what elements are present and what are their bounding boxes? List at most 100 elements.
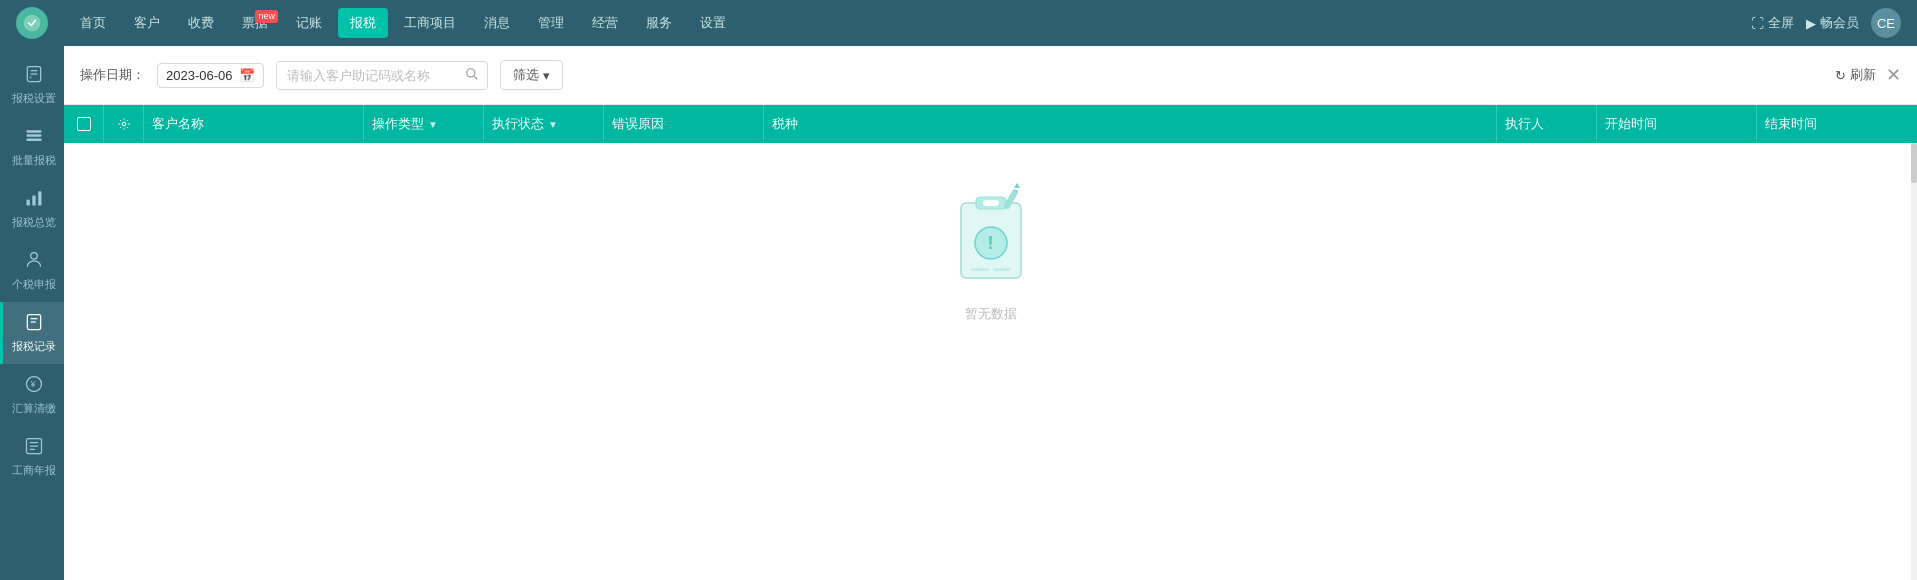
svg-rect-4 bbox=[26, 130, 41, 133]
sidebar-item-tax-records-label: 报税记录 bbox=[12, 339, 56, 354]
sort-icon-exec-status: ▼ bbox=[548, 119, 558, 130]
svg-point-17 bbox=[466, 68, 474, 76]
member-button[interactable]: ▶ 畅会员 bbox=[1806, 14, 1859, 32]
svg-rect-25 bbox=[971, 268, 989, 271]
fullscreen-icon: ⛶ bbox=[1751, 16, 1764, 31]
search-input[interactable] bbox=[277, 63, 457, 88]
nav-home[interactable]: 首页 bbox=[68, 8, 118, 38]
date-picker[interactable]: 2023-06-06 📅 bbox=[157, 63, 264, 88]
th-start-time: 开始时间 bbox=[1597, 105, 1757, 143]
svg-rect-22 bbox=[983, 200, 999, 206]
table-header: 客户名称 操作类型 ▼ 执行状态 ▼ 错误原因 税种 执行人 开始时间 结束时间 bbox=[64, 105, 1917, 143]
batch-tax-icon bbox=[24, 126, 44, 149]
settlement-icon: ¥ bbox=[24, 374, 44, 397]
svg-rect-26 bbox=[993, 268, 1011, 271]
th-tax-type: 税种 bbox=[764, 105, 1497, 143]
sidebar-item-personal-tax[interactable]: 个税申报 bbox=[0, 240, 64, 302]
empty-state: ! 暂无数据 bbox=[64, 143, 1917, 363]
sidebar-item-batch-tax[interactable]: 批量报税 bbox=[0, 116, 64, 178]
nav-billing[interactable]: 收费 bbox=[176, 8, 226, 38]
svg-rect-6 bbox=[26, 139, 41, 142]
svg-point-10 bbox=[30, 253, 37, 260]
sort-icon-op-type: ▼ bbox=[428, 119, 438, 130]
refresh-button[interactable]: ↻ 刷新 bbox=[1835, 66, 1876, 84]
svg-text:¥: ¥ bbox=[29, 379, 35, 389]
toolbar-right: ↻ 刷新 ✕ bbox=[1835, 66, 1901, 84]
member-label: 畅会员 bbox=[1820, 14, 1859, 32]
fullscreen-label: 全屏 bbox=[1768, 14, 1794, 32]
search-wrap bbox=[276, 61, 488, 90]
svg-rect-7 bbox=[26, 200, 29, 206]
refresh-icon: ↻ bbox=[1835, 68, 1846, 83]
nav-bookkeeping[interactable]: 记账 bbox=[284, 8, 334, 38]
sidebar-item-annual-report[interactable]: 工商年报 bbox=[0, 426, 64, 488]
svg-rect-5 bbox=[26, 134, 41, 137]
top-navigation: 首页 客户 收费 票据 new 记账 报税 工商项目 消息 管理 经营 服务 设… bbox=[0, 0, 1917, 46]
nav-service[interactable]: 服务 bbox=[634, 8, 684, 38]
th-checkbox[interactable] bbox=[64, 105, 104, 143]
nav-message[interactable]: 消息 bbox=[472, 8, 522, 38]
sidebar-item-tax-overview-label: 报税总览 bbox=[12, 215, 56, 230]
sidebar-item-personal-tax-label: 个税申报 bbox=[12, 277, 56, 292]
main-layout: 报税设置 批量报税 报税总览 个税申报 报税记录 bbox=[0, 46, 1917, 580]
svg-rect-8 bbox=[32, 196, 35, 206]
gear-icon bbox=[117, 117, 131, 131]
th-exec-status[interactable]: 执行状态 ▼ bbox=[484, 105, 604, 143]
filter-label: 筛选 bbox=[513, 66, 539, 84]
sidebar-item-tax-settings[interactable]: 报税设置 bbox=[0, 54, 64, 116]
nav-settings[interactable]: 设置 bbox=[688, 8, 738, 38]
sidebar-item-tax-records[interactable]: 报税记录 bbox=[0, 302, 64, 364]
tax-overview-icon bbox=[24, 188, 44, 211]
nav-invoice[interactable]: 票据 new bbox=[230, 8, 280, 38]
svg-line-18 bbox=[474, 76, 477, 79]
member-icon: ▶ bbox=[1806, 16, 1816, 31]
nav-management[interactable]: 管理 bbox=[526, 8, 576, 38]
sidebar-item-settlement-label: 汇算清缴 bbox=[12, 401, 56, 416]
th-gear[interactable] bbox=[104, 105, 144, 143]
nav-client[interactable]: 客户 bbox=[122, 8, 172, 38]
th-op-type[interactable]: 操作类型 ▼ bbox=[364, 105, 484, 143]
th-end-time: 结束时间 bbox=[1757, 105, 1917, 143]
th-error-reason: 错误原因 bbox=[604, 105, 764, 143]
svg-point-19 bbox=[122, 122, 126, 126]
date-value: 2023-06-06 bbox=[166, 68, 233, 83]
scrollbar-track[interactable] bbox=[1911, 143, 1917, 580]
chevron-down-icon: ▾ bbox=[543, 68, 550, 83]
calendar-icon: 📅 bbox=[239, 68, 255, 83]
nav-right: ⛶ 全屏 ▶ 畅会员 CE bbox=[1751, 8, 1901, 38]
nav-taxfiling[interactable]: 报税 bbox=[338, 8, 388, 38]
th-client-name: 客户名称 bbox=[144, 105, 364, 143]
filter-button[interactable]: 筛选 ▾ bbox=[500, 60, 563, 90]
nav-items: 首页 客户 收费 票据 new 记账 报税 工商项目 消息 管理 经营 服务 设… bbox=[68, 8, 1751, 38]
avatar[interactable]: CE bbox=[1871, 8, 1901, 38]
table-wrap: 客户名称 操作类型 ▼ 执行状态 ▼ 错误原因 税种 执行人 开始时间 结束时间 bbox=[64, 105, 1917, 580]
refresh-label: 刷新 bbox=[1850, 66, 1876, 84]
app-logo[interactable] bbox=[16, 7, 48, 39]
sidebar-item-annual-report-label: 工商年报 bbox=[12, 463, 56, 478]
sidebar-item-batch-tax-label: 批量报税 bbox=[12, 153, 56, 168]
tax-settings-icon bbox=[24, 64, 44, 87]
sidebar: 报税设置 批量报税 报税总览 个税申报 报税记录 bbox=[0, 46, 64, 580]
table-body: ! 暂无数据 bbox=[64, 143, 1917, 580]
sidebar-item-settlement[interactable]: ¥ 汇算清缴 bbox=[0, 364, 64, 426]
search-button[interactable] bbox=[457, 62, 487, 89]
annual-report-icon bbox=[24, 436, 44, 459]
content-area: 操作日期： 2023-06-06 📅 筛选 ▾ bbox=[64, 46, 1917, 580]
personal-tax-icon bbox=[24, 250, 44, 273]
sidebar-item-tax-settings-label: 报税设置 bbox=[12, 91, 56, 106]
date-label: 操作日期： bbox=[80, 66, 145, 84]
scrollbar-thumb[interactable] bbox=[1911, 143, 1917, 183]
tax-records-icon bbox=[24, 312, 44, 335]
select-all-checkbox[interactable] bbox=[77, 117, 91, 131]
nav-operations[interactable]: 经营 bbox=[580, 8, 630, 38]
svg-point-3 bbox=[29, 77, 31, 79]
sidebar-item-tax-overview[interactable]: 报税总览 bbox=[0, 178, 64, 240]
empty-text: 暂无数据 bbox=[965, 305, 1017, 323]
nav-business[interactable]: 工商项目 bbox=[392, 8, 468, 38]
empty-illustration: ! bbox=[946, 183, 1036, 293]
svg-text:!: ! bbox=[987, 233, 993, 253]
fullscreen-button[interactable]: ⛶ 全屏 bbox=[1751, 14, 1794, 32]
svg-rect-9 bbox=[38, 191, 41, 205]
invoice-badge: new bbox=[255, 10, 278, 23]
close-button[interactable]: ✕ bbox=[1886, 66, 1901, 84]
